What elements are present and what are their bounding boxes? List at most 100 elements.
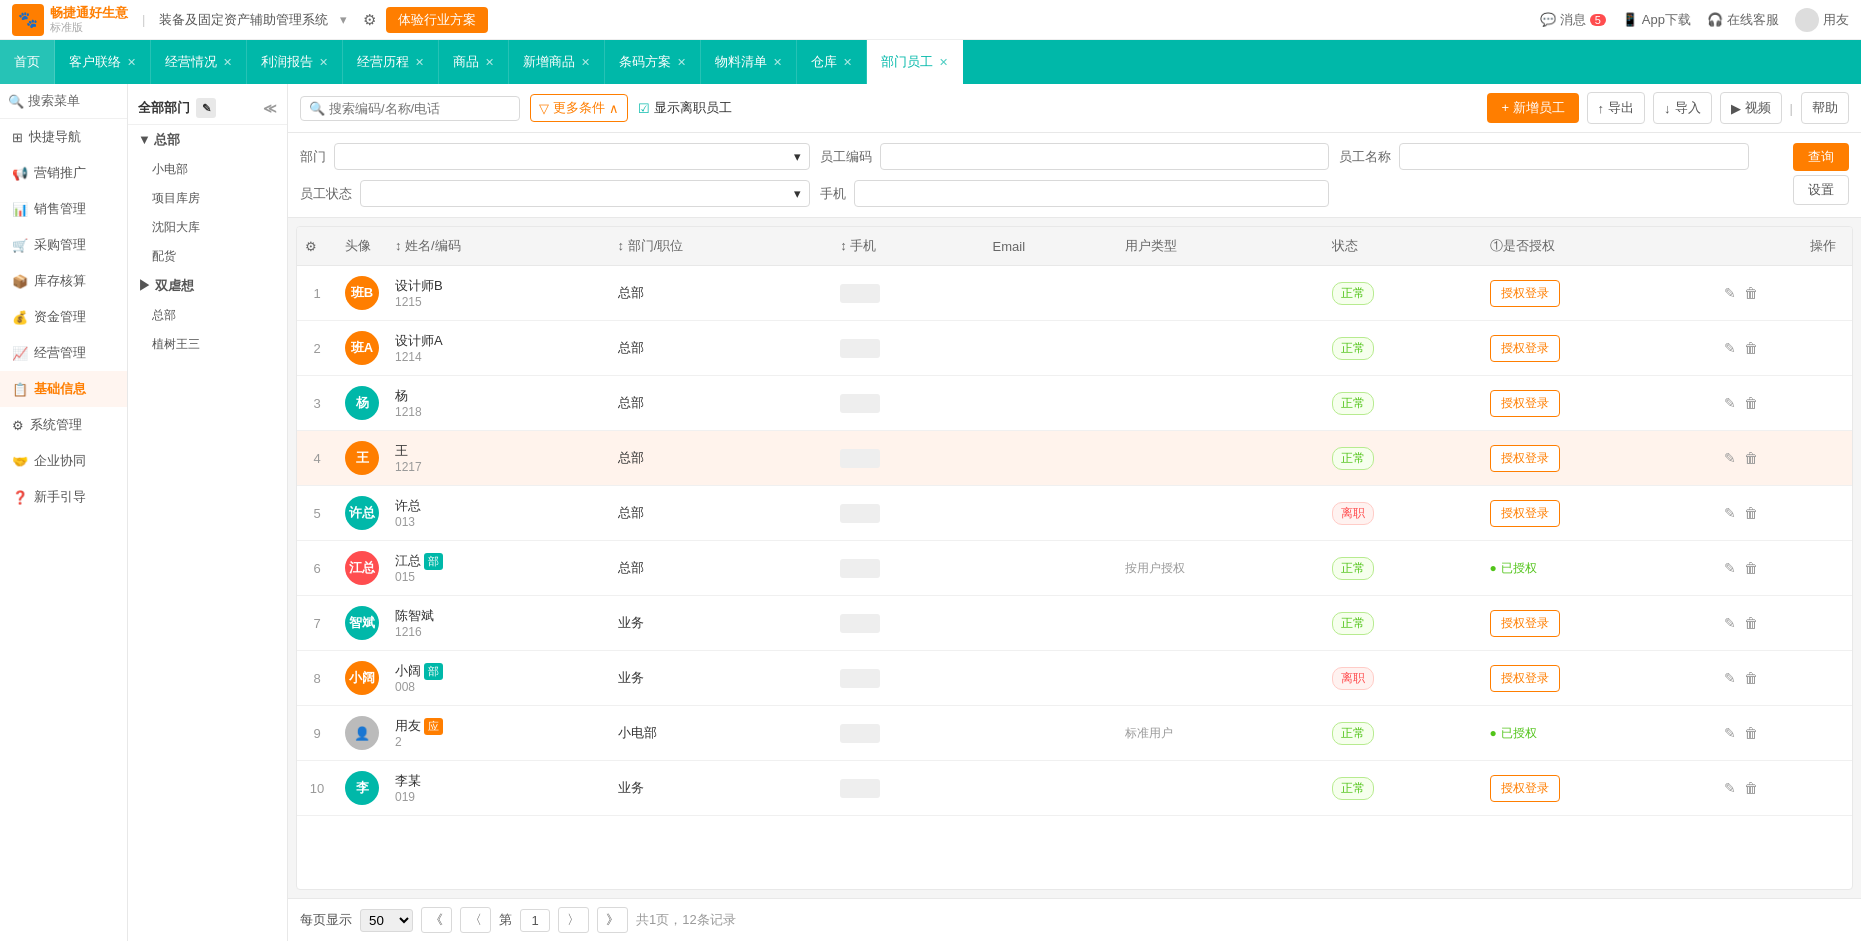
delete-icon[interactable]: 🗑: [1744, 450, 1758, 466]
trial-button[interactable]: 体验行业方案: [386, 7, 488, 33]
sidebar-item-purchase[interactable]: 🛒 采购管理: [0, 227, 127, 263]
edit-icon[interactable]: ✎: [1724, 670, 1736, 686]
sidebar-item-finance[interactable]: 💰 资金管理: [0, 299, 127, 335]
delete-icon[interactable]: 🗑: [1744, 560, 1758, 576]
sidebar-item-ops[interactable]: 📈 经营管理: [0, 335, 127, 371]
edit-icon[interactable]: ✎: [1724, 505, 1736, 521]
tab-barcode[interactable]: 条码方案✕: [605, 40, 701, 84]
sidebar-search[interactable]: 🔍 搜索菜单: [0, 84, 127, 119]
dept-node-distribution[interactable]: 配货: [128, 242, 287, 271]
delete-icon[interactable]: 🗑: [1744, 395, 1758, 411]
tab-add-goods[interactable]: 新增商品✕: [509, 40, 605, 84]
online-service-link[interactable]: 🎧 在线客服: [1707, 11, 1779, 29]
query-btn[interactable]: 查询: [1793, 143, 1849, 171]
dept-node-zhishu[interactable]: 植树王三: [128, 330, 287, 359]
sidebar-item-basic[interactable]: 📋 基础信息: [0, 371, 127, 407]
app-download-link[interactable]: 📱 App下载: [1622, 11, 1691, 29]
auth-btn[interactable]: 授权登录: [1490, 775, 1560, 802]
close-history-icon[interactable]: ✕: [415, 56, 424, 69]
sidebar-item-guide[interactable]: ❓ 新手引导: [0, 479, 127, 515]
edit-icon[interactable]: ✎: [1724, 450, 1736, 466]
sidebar-item-sales[interactable]: 📊 销售管理: [0, 191, 127, 227]
emp-code-input[interactable]: [880, 143, 1330, 170]
import-btn[interactable]: ↓ 导入: [1653, 92, 1712, 124]
tab-bom[interactable]: 物料清单✕: [701, 40, 797, 84]
col-phone-header[interactable]: ↕ 手机: [832, 227, 984, 266]
tab-home[interactable]: 首页: [0, 40, 55, 84]
auth-btn[interactable]: 授权登录: [1490, 335, 1560, 362]
user-info[interactable]: 用友: [1795, 8, 1849, 32]
tab-employees[interactable]: 部门员工✕: [867, 40, 963, 84]
close-customer-icon[interactable]: ✕: [127, 56, 136, 69]
help-btn[interactable]: 帮助: [1801, 92, 1849, 124]
tab-profit[interactable]: 利润报告✕: [247, 40, 343, 84]
dept-edit-icon[interactable]: ✎: [196, 98, 216, 118]
last-page-btn[interactable]: 》: [597, 907, 628, 933]
dept-filter-select[interactable]: ▾: [334, 143, 810, 170]
tab-operations[interactable]: 经营情况✕: [151, 40, 247, 84]
per-page-select[interactable]: 50 20 100: [360, 909, 413, 932]
sidebar-item-quicknav[interactable]: ⊞ 快捷导航: [0, 119, 127, 155]
prev-page-btn[interactable]: 〈: [460, 907, 491, 933]
edit-icon[interactable]: ✎: [1724, 615, 1736, 631]
sidebar-item-marketing[interactable]: 📢 营销推广: [0, 155, 127, 191]
auth-btn[interactable]: 授权登录: [1490, 610, 1560, 637]
tab-customer[interactable]: 客户联络✕: [55, 40, 151, 84]
delete-icon[interactable]: 🗑: [1744, 670, 1758, 686]
more-filter-btn[interactable]: ▽ 更多条件 ∧: [530, 94, 628, 122]
edit-icon[interactable]: ✎: [1724, 340, 1736, 356]
edit-icon[interactable]: ✎: [1724, 780, 1736, 796]
close-warehouse-icon[interactable]: ✕: [843, 56, 852, 69]
delete-icon[interactable]: 🗑: [1744, 340, 1758, 356]
resigned-checkbox[interactable]: ☑: [638, 101, 650, 116]
auth-btn[interactable]: 授权登录: [1490, 665, 1560, 692]
delete-icon[interactable]: 🗑: [1744, 725, 1758, 741]
edit-icon[interactable]: ✎: [1724, 395, 1736, 411]
close-employees-icon[interactable]: ✕: [939, 56, 948, 69]
delete-icon[interactable]: 🗑: [1744, 285, 1758, 301]
close-add-goods-icon[interactable]: ✕: [581, 56, 590, 69]
settings-gear-icon[interactable]: ⚙: [305, 239, 317, 254]
dept-node-project-store[interactable]: 项目库房: [128, 184, 287, 213]
phone-input[interactable]: [854, 180, 1330, 207]
close-goods-icon[interactable]: ✕: [485, 56, 494, 69]
auth-btn[interactable]: 授权登录: [1490, 390, 1560, 417]
tab-warehouse[interactable]: 仓库✕: [797, 40, 867, 84]
search-box[interactable]: 🔍: [300, 96, 520, 121]
add-employee-btn[interactable]: + 新增员工: [1487, 93, 1578, 123]
message-link[interactable]: 💬 消息 5: [1540, 11, 1606, 29]
dept-node-shuangnie[interactable]: ▶ 双虐想: [128, 271, 287, 301]
edit-icon[interactable]: ✎: [1724, 725, 1736, 741]
view-btn[interactable]: ▶ 视频: [1720, 92, 1782, 124]
edit-icon[interactable]: ✎: [1724, 285, 1736, 301]
delete-icon[interactable]: 🗑: [1744, 505, 1758, 521]
edit-icon[interactable]: ✎: [1724, 560, 1736, 576]
next-page-btn[interactable]: 〉: [558, 907, 589, 933]
dept-node-shenyang[interactable]: 沈阳大库: [128, 213, 287, 242]
close-bom-icon[interactable]: ✕: [773, 56, 782, 69]
auth-btn[interactable]: 授权登录: [1490, 280, 1560, 307]
collapse-btn[interactable]: ≪: [263, 101, 277, 116]
tab-history[interactable]: 经营历程✕: [343, 40, 439, 84]
emp-name-input[interactable]: [1399, 143, 1749, 170]
settings-icon[interactable]: ⚙: [363, 11, 376, 29]
auth-btn[interactable]: 授权登录: [1490, 445, 1560, 472]
close-operations-icon[interactable]: ✕: [223, 56, 232, 69]
col-name-header[interactable]: ↕ 姓名/编码: [387, 227, 610, 266]
close-profit-icon[interactable]: ✕: [319, 56, 328, 69]
close-barcode-icon[interactable]: ✕: [677, 56, 686, 69]
col-settings[interactable]: ⚙: [297, 227, 337, 266]
sidebar-item-inventory[interactable]: 📦 库存核算: [0, 263, 127, 299]
delete-icon[interactable]: 🗑: [1744, 780, 1758, 796]
auth-btn[interactable]: 授权登录: [1490, 500, 1560, 527]
export-btn[interactable]: ↑ 导出: [1587, 92, 1646, 124]
show-resigned-toggle[interactable]: ☑ 显示离职员工: [638, 99, 732, 117]
delete-icon[interactable]: 🗑: [1744, 615, 1758, 631]
dept-node-small-elec[interactable]: 小电部: [128, 155, 287, 184]
sidebar-item-cooperation[interactable]: 🤝 企业协同: [0, 443, 127, 479]
first-page-btn[interactable]: 《: [421, 907, 452, 933]
emp-status-select[interactable]: ▾: [360, 180, 810, 207]
col-dept-header[interactable]: ↕ 部门/职位: [610, 227, 833, 266]
search-input[interactable]: [329, 101, 489, 116]
dept-node-headquarters-2[interactable]: 总部: [128, 301, 287, 330]
